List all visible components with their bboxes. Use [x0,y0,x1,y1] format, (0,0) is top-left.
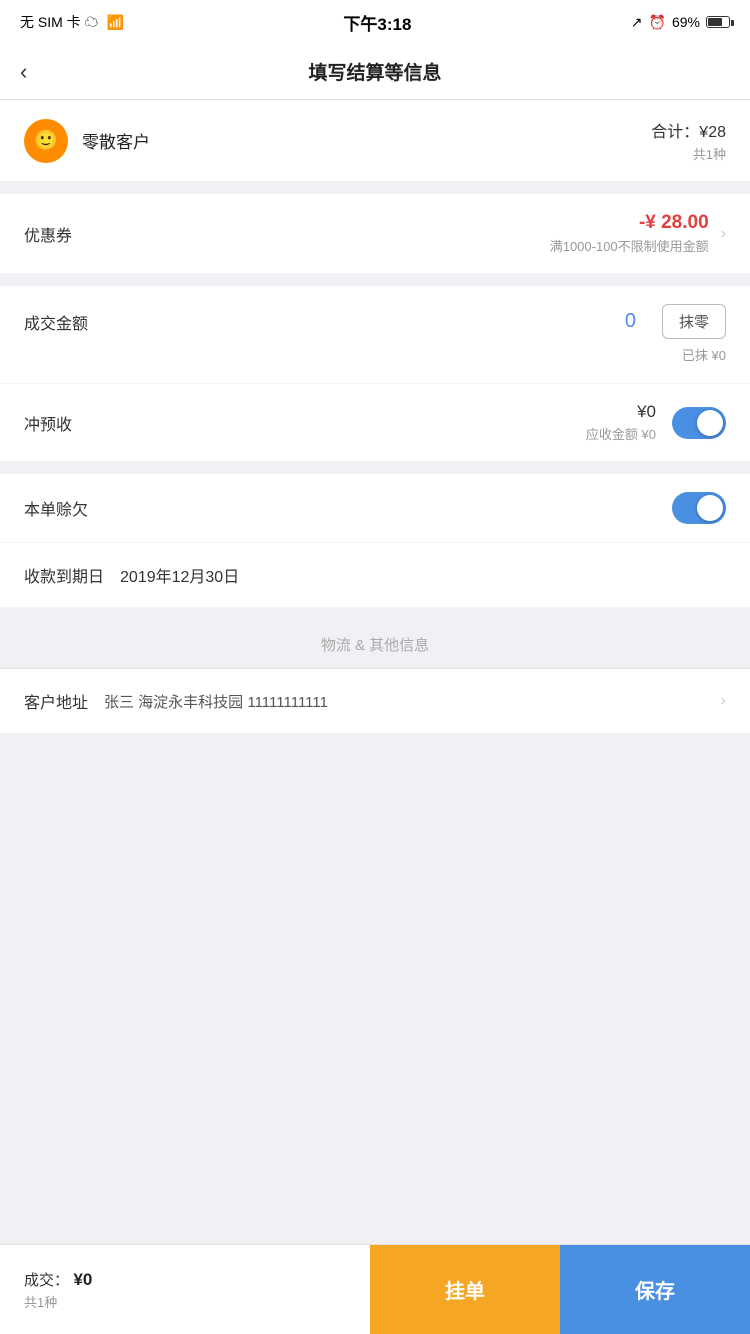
debt-toggle-knob [697,495,723,521]
round-off-button[interactable]: 抹零 [662,304,726,339]
content: 🙂 零散客户 合计：¥28 共1种 优惠券 -¥ 28.00 满1000-100… [0,100,750,834]
transaction-section: 成交金额 0 抹零 已抹 ¥0 冲预收 ¥0 应收金额 ¥0 [0,286,750,462]
alarm-icon: ⏰ [649,14,666,31]
customer-row: 🙂 零散客户 合计：¥28 共1种 [0,100,750,182]
coupon-discount: -¥ 28.00 [550,212,709,234]
bottom-bar: 成交： ¥0 共1种 挂单 保存 [0,1244,750,1334]
total-amount: 合计：¥28 [651,118,726,142]
due-date-row: 收款到期日 2019年12月30日 [0,543,750,608]
status-time: 下午3:18 [343,10,411,35]
status-right: ↗ ⏰ 69% [631,14,730,31]
bottom-deal-amount: ¥0 [73,1270,92,1289]
transaction-label: 成交金额 [24,310,88,334]
divider-3 [0,462,750,474]
bottom-info: 成交： ¥0 共1种 [0,1269,370,1311]
debt-section: 本单赊欠 收款到期日 2019年12月30日 [0,474,750,608]
address-row[interactable]: 客户地址 张三 海淀永丰科技园 11111111111 › [0,669,750,734]
address-value: 张三 海淀永丰科技园 11111111111 [104,691,721,712]
divider-2 [0,274,750,286]
bottom-deal-row: 成交： ¥0 [24,1269,346,1290]
total-count: 共1种 [651,144,726,163]
address-chevron: › [721,692,726,710]
address-label: 客户地址 [24,689,88,713]
battery-text: 69% [672,14,700,30]
prepay-amount: ¥0 [586,402,656,422]
debt-row: 本单赊欠 [0,474,750,543]
prepay-receivable: 应收金额 ¥0 [586,424,656,443]
due-date-label: 收款到期日 [24,563,104,587]
debt-toggle[interactable] [672,492,726,524]
prepay-label: 冲预收 [24,411,72,435]
save-button[interactable]: 保存 [560,1245,750,1334]
coupon-label: 优惠券 [24,222,72,246]
coupon-desc: 满1000-100不限制使用金额 [550,236,709,255]
location-icon: ↗ [631,14,643,31]
nav-bar: ‹ 填写结算等信息 [0,44,750,100]
due-date-value[interactable]: 2019年12月30日 [120,563,239,587]
avatar: 🙂 [24,119,68,163]
prepay-right: ¥0 应收金额 ¥0 [586,402,656,443]
transaction-value[interactable]: 0 [625,310,636,333]
coupon-row[interactable]: 优惠券 -¥ 28.00 满1000-100不限制使用金额 › [0,194,750,274]
bottom-deal-label: 成交： [24,1272,69,1289]
coupon-right: -¥ 28.00 满1000-100不限制使用金额 › [550,212,726,255]
logistics-label: 物流 & 其他信息 [321,634,429,655]
bottom-count: 共1种 [24,1292,346,1311]
wifi-icon: 📶 [107,14,124,31]
coupon-detail: -¥ 28.00 满1000-100不限制使用金额 [550,212,709,255]
coupon-chevron: › [721,225,726,243]
status-bar: 无 SIM 卡 ☁ 📶 下午3:18 ↗ ⏰ 69% [0,0,750,44]
customer-right: 合计：¥28 共1种 [651,118,726,163]
logistics-section: 物流 & 其他信息 [0,620,750,668]
divider-4 [0,608,750,620]
customer-section: 🙂 零散客户 合计：¥28 共1种 [0,100,750,182]
page-title: 填写结算等信息 [308,58,441,85]
already-rounded-text: 已抹 ¥0 [682,348,726,363]
coupon-section: 优惠券 -¥ 28.00 满1000-100不限制使用金额 › [0,194,750,274]
customer-name: 零散客户 [82,128,150,153]
back-button[interactable]: ‹ [20,59,27,85]
status-left: 无 SIM 卡 ☁ 📶 [20,12,124,32]
hold-button[interactable]: 挂单 [370,1245,560,1334]
customer-left: 🙂 零散客户 [24,119,150,163]
transaction-amount-row: 成交金额 0 抹零 已抹 ¥0 [0,286,750,384]
prepay-row: 冲预收 ¥0 应收金额 ¥0 [0,384,750,462]
divider-1 [0,182,750,194]
prepay-toggle-knob [697,410,723,436]
prepay-toggle[interactable] [672,407,726,439]
battery-icon [706,16,730,28]
sim-status: 无 SIM 卡 ☁ [20,12,99,32]
avatar-icon: 🙂 [34,128,59,153]
debt-label: 本单赊欠 [24,496,88,520]
